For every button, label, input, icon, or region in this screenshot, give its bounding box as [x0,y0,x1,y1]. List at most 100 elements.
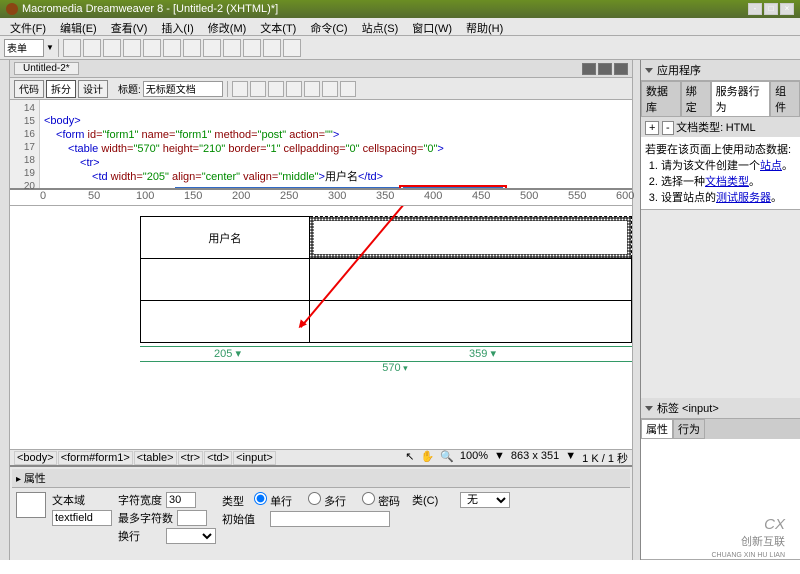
panel-tab[interactable]: 属性 [641,419,673,439]
zoom-value[interactable]: 100% [460,450,488,466]
design-view-button[interactable]: 设计 [78,80,108,98]
charwidth-input[interactable] [166,492,196,508]
menu-item[interactable]: 查看(V) [105,20,154,33]
design-table[interactable]: 用户名 [140,216,632,343]
type-single-radio[interactable] [254,492,267,505]
hand-icon[interactable]: ✋ [420,450,434,466]
pointer-icon[interactable]: ↖ [405,450,414,466]
tool-btn-7[interactable] [183,39,201,57]
minus-button[interactable]: - [662,121,674,135]
table-row[interactable] [141,259,632,301]
doc-close[interactable] [614,63,628,75]
design-pane[interactable]: 用户名 205 ▾ 359 ▾ 570 ▾ [10,206,632,449]
doc-restore[interactable] [598,63,612,75]
menu-item[interactable]: 插入(I) [155,20,199,33]
menu-item[interactable]: 文本(T) [254,20,302,33]
tool-btn-3[interactable] [103,39,121,57]
tags-panel-header[interactable]: 标签 <input> [641,398,800,419]
splitter[interactable] [632,60,640,560]
breadcrumb-item[interactable]: <td> [204,451,232,465]
vt-btn-3[interactable] [268,81,284,97]
window-titlebar: Macromedia Dreamweaver 8 - [Untitled-2 (… [0,0,800,18]
tool-btn-4[interactable] [123,39,141,57]
tool-btn-2[interactable] [83,39,101,57]
vt-btn-2[interactable] [250,81,266,97]
type-password-radio[interactable] [362,492,375,505]
line-gutter: 141516171819202122 [10,100,40,188]
menu-item[interactable]: 文件(F) [4,20,52,33]
table-cell-input[interactable] [309,217,631,259]
tool-btn-1[interactable] [63,39,81,57]
title-input[interactable] [143,81,223,97]
wrap-select[interactable] [166,528,216,544]
menu-item[interactable]: 命令(C) [304,20,353,33]
menu-item[interactable]: 编辑(E) [54,20,103,33]
document-tabbar: Untitled-2* [10,60,632,78]
code-editor[interactable]: <body> <form id="form1" name="form1" met… [40,100,632,188]
tool-btn-11[interactable] [263,39,281,57]
properties-panel: ▸ 属性 文本域 字符宽度 最多字符数 换行 类型 单行 多行 [10,465,632,560]
initval-input[interactable] [270,511,390,527]
view-toolbar: 代码 拆分 设计 标题: [10,78,632,100]
app-panel-body: 若要在该页面上使用动态数据: 请为该文件创建一个站点。选择一种文档类型。设置站点… [641,137,800,209]
watermark: CX 创新互联 CHUANG XIN HU LIAN [711,516,785,560]
element-name-input[interactable] [52,510,112,526]
highlighted-attribute: style="height:30px " [399,185,507,188]
status-bar: <body><form#form1><table><tr><td><input>… [10,449,632,465]
tool-btn-10[interactable] [243,39,261,57]
category-dropdown[interactable]: 表单 [4,39,44,57]
document-tab[interactable]: Untitled-2* [14,62,79,75]
vt-btn-7[interactable] [340,81,356,97]
breadcrumb-item[interactable]: <tr> [178,451,204,465]
horizontal-ruler: 050100150200250300350400450500550600 [10,190,632,206]
app-panel-tabs[interactable]: 数据库绑定服务器行为组件 [641,81,800,117]
code-view-button[interactable]: 代码 [14,80,44,98]
breadcrumb-item[interactable]: <form#form1> [58,451,133,465]
table-row[interactable] [141,301,632,343]
tool-btn-12[interactable] [283,39,301,57]
minimize-button[interactable]: - [748,3,762,15]
class-select[interactable]: 无 [460,492,510,508]
tool-btn-8[interactable] [203,39,221,57]
maxchars-input[interactable] [177,510,207,526]
table-cell-label[interactable]: 用户名 [141,217,310,259]
panel-tab[interactable]: 服务器行为 [711,81,771,117]
main-area: Untitled-2* 代码 拆分 设计 标题: 141516171819202… [0,60,800,560]
menu-bar[interactable]: 文件(F)编辑(E)查看(V)插入(I)修改(M)文本(T)命令(C)站点(S)… [0,18,800,36]
panel-tab[interactable]: 组件 [770,81,800,117]
code-pane[interactable]: 141516171819202122 <body> <form id="form… [10,100,632,190]
breadcrumb-item[interactable]: <input> [233,451,276,465]
maximize-button[interactable]: □ [764,3,778,15]
application-panel-header[interactable]: 应用程序 [641,60,800,81]
tool-btn-9[interactable] [223,39,241,57]
split-view-button[interactable]: 拆分 [46,80,76,98]
menu-item[interactable]: 帮助(H) [460,20,509,33]
plus-button[interactable]: + [645,121,659,135]
left-gutter [0,60,10,560]
right-panels: 应用程序 数据库绑定服务器行为组件 + - 文档类型: HTML 若要在该页面上… [640,60,800,560]
tool-btn-6[interactable] [163,39,181,57]
vt-btn-6[interactable] [322,81,338,97]
panel-tab[interactable]: 数据库 [641,81,681,117]
zoom-icon[interactable]: 🔍 [440,450,454,466]
type-multi-radio[interactable] [308,492,321,505]
menu-item[interactable]: 修改(M) [202,20,253,33]
panel-tab[interactable]: 绑定 [681,81,711,117]
doc-minimize[interactable] [582,63,596,75]
panel-tab[interactable]: 行为 [673,419,705,439]
menu-item[interactable]: 站点(S) [356,20,405,33]
close-button[interactable]: × [780,3,794,15]
vt-btn-5[interactable] [304,81,320,97]
breadcrumb-item[interactable]: <table> [134,451,177,465]
menu-item[interactable]: 窗口(W) [406,20,458,33]
app-icon [6,3,18,15]
tags-panel-tabs[interactable]: 属性行为 [641,419,800,439]
viewport-size: 863 x 351 [511,450,559,466]
vt-btn-4[interactable] [286,81,302,97]
vt-btn-1[interactable] [232,81,248,97]
breadcrumb-item[interactable]: <body> [14,451,57,465]
properties-header[interactable]: ▸ 属性 [12,469,630,488]
tag-selector[interactable]: <body><form#form1><table><tr><td><input> [14,452,405,464]
tool-btn-5[interactable] [143,39,161,57]
instruction-item: 设置站点的测试服务器。 [661,189,796,205]
